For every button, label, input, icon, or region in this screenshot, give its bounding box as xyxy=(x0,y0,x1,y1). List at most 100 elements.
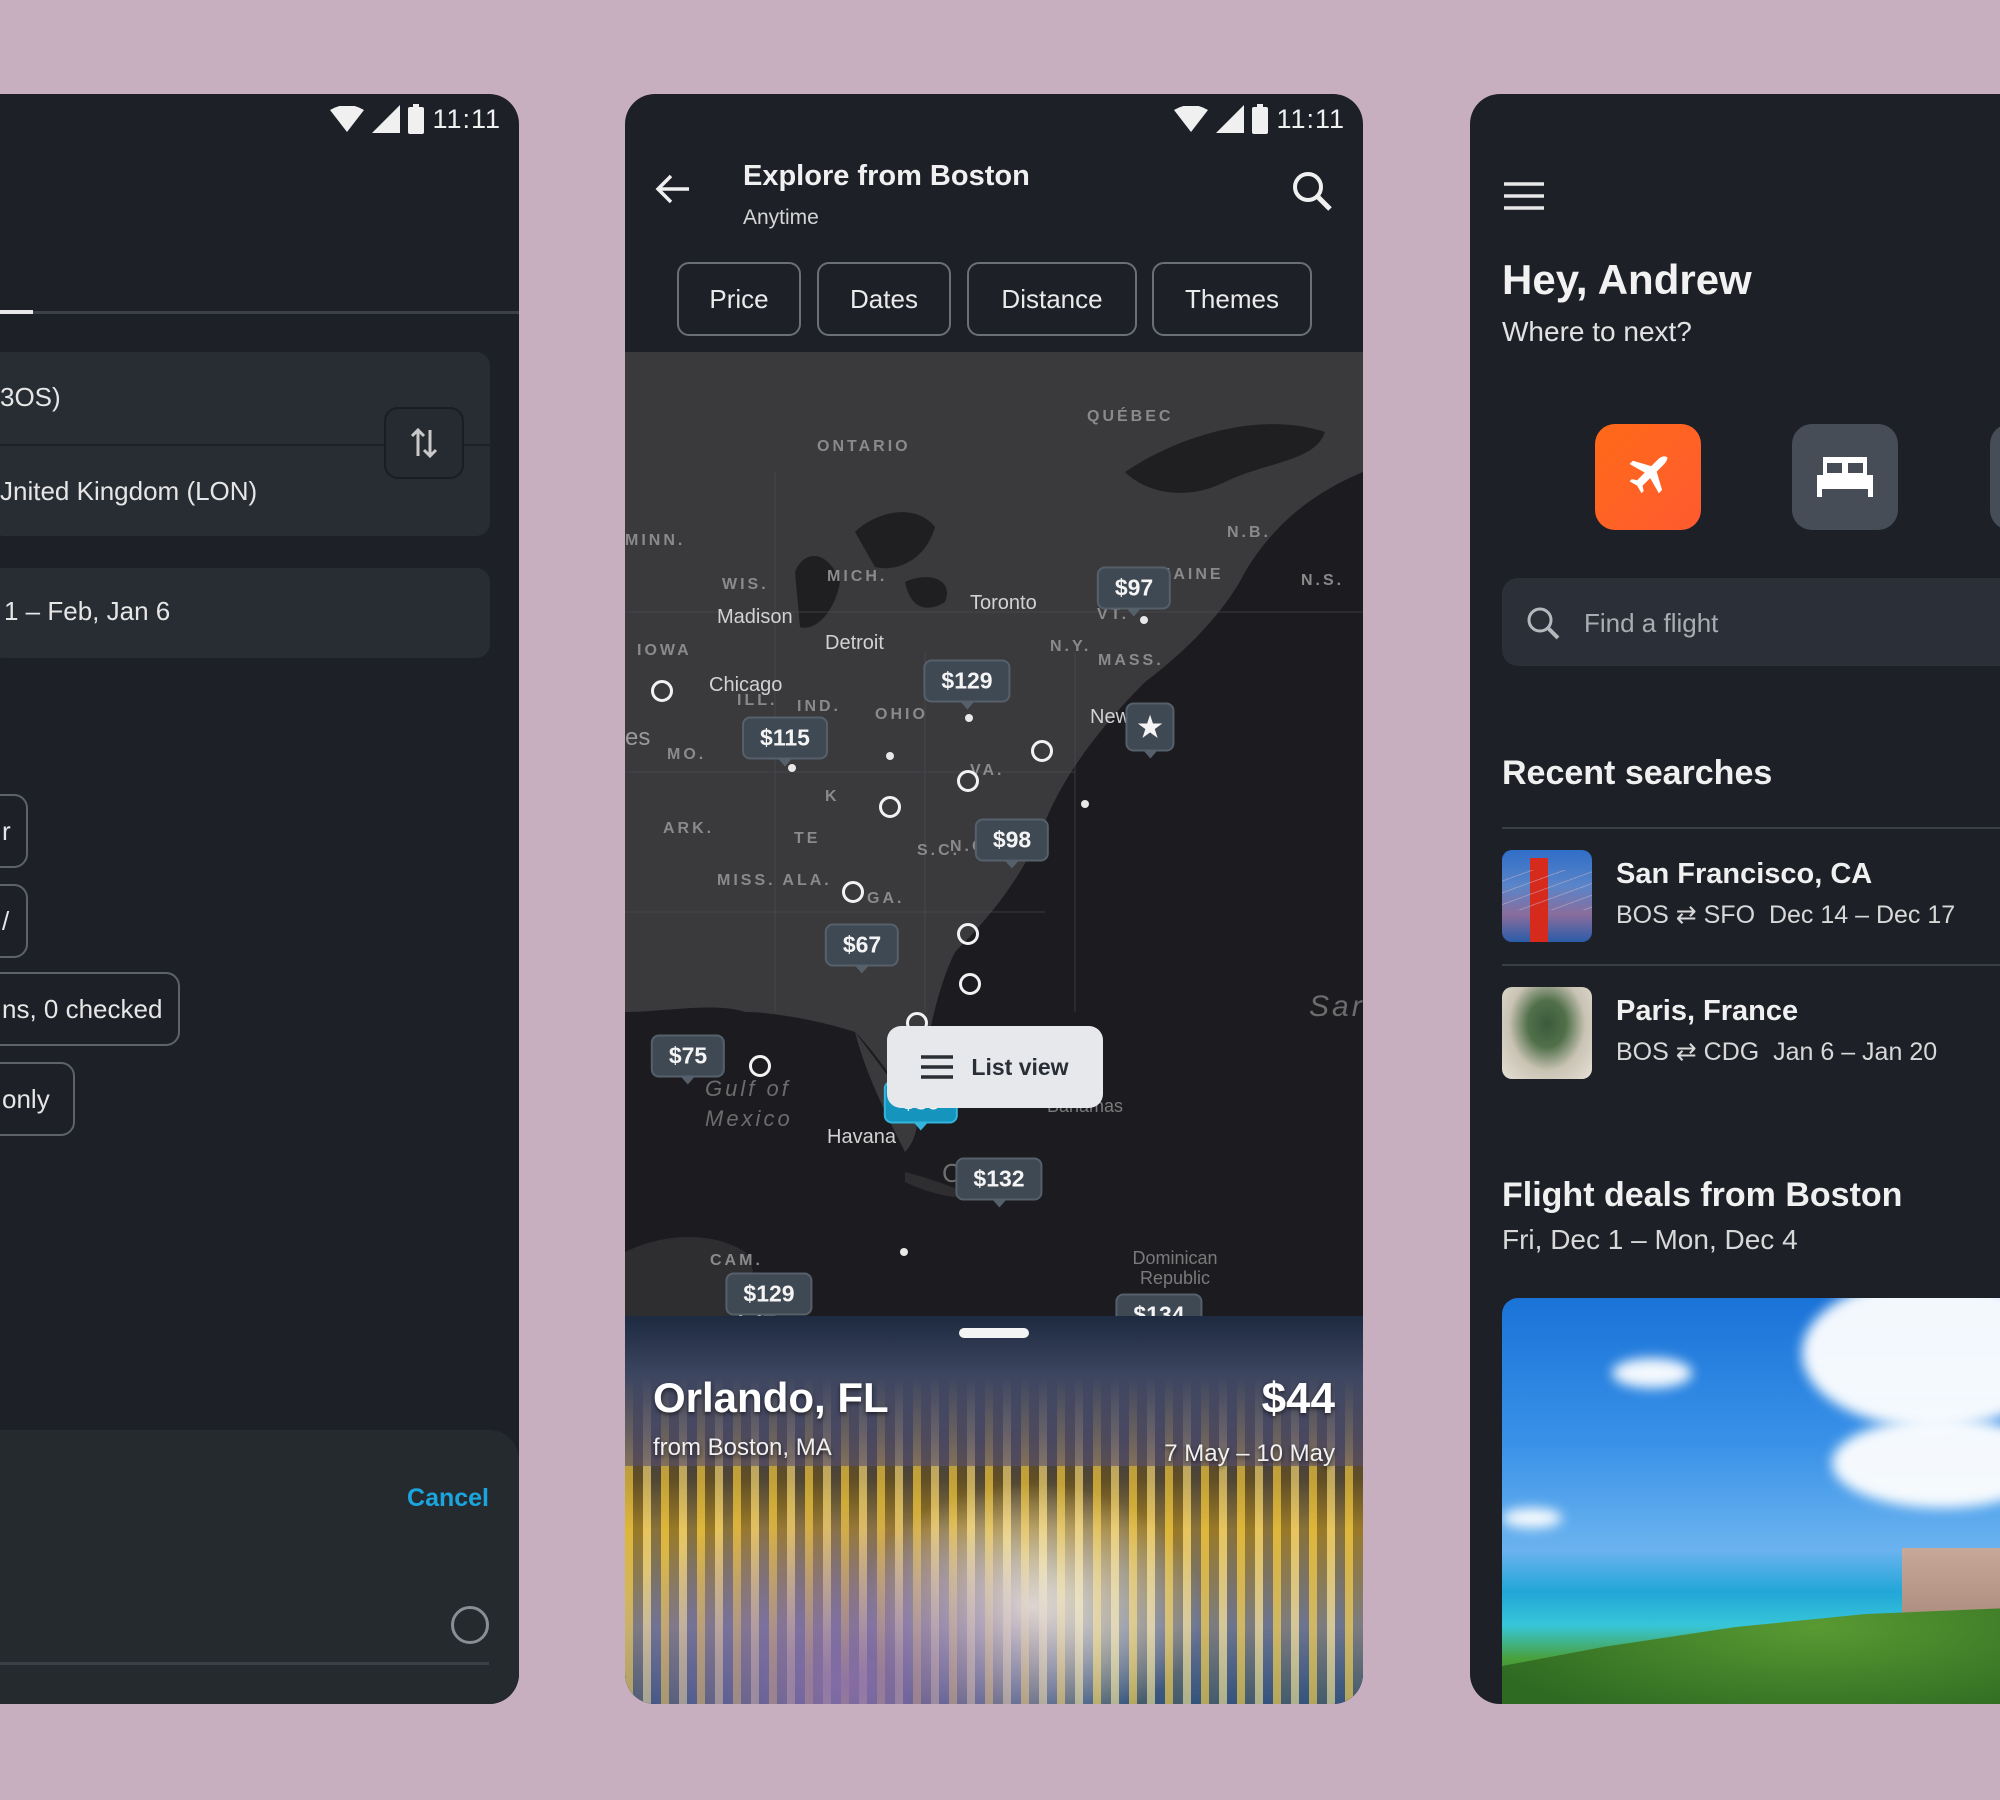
list-icon xyxy=(921,1055,954,1079)
search-button[interactable] xyxy=(1291,170,1333,217)
star-icon: ★ xyxy=(1137,711,1163,743)
map-region-label: TE xyxy=(794,830,821,847)
battery-icon xyxy=(1252,104,1269,134)
trip-type-tabs: One-way Multi-city xyxy=(0,254,519,383)
map-city-label: Chicago xyxy=(709,674,783,696)
card-destination: Orlando, FL xyxy=(653,1374,889,1421)
hamburger-menu-icon xyxy=(1504,182,1544,210)
price-pin[interactable]: $132 xyxy=(955,1157,1043,1208)
deal-card-image[interactable] xyxy=(1502,1298,2000,1704)
bags-chip[interactable]: ns, 0 checked xyxy=(0,972,180,1046)
search-icon xyxy=(1527,607,1560,640)
recent-meta: BOS ⇄ CDG Jan 6 – Jan 20 xyxy=(1616,1037,1937,1067)
radio-button[interactable] xyxy=(451,1606,489,1644)
wifi-icon xyxy=(1174,106,1209,132)
map-region-label: N.B. xyxy=(1227,524,1271,541)
status-time: 11:11 xyxy=(432,103,501,134)
map-city-label: Detroit xyxy=(825,632,884,654)
map-destination-marker[interactable] xyxy=(957,770,979,792)
map-region-label: MICH. xyxy=(827,568,888,585)
map-region-label: N.S. xyxy=(1301,572,1345,589)
drag-handle[interactable] xyxy=(959,1328,1029,1338)
divider xyxy=(0,1662,489,1665)
map-region-label: MINN. xyxy=(625,532,686,549)
san-francisco-thumbnail xyxy=(1502,850,1592,942)
map-destination-marker[interactable] xyxy=(959,973,981,995)
recent-search-item[interactable]: Paris, France BOS ⇄ CDG Jan 6 – Jan 20 xyxy=(1502,987,2000,1083)
map-city-label: Toronto xyxy=(970,592,1037,614)
greeting-title: Hey, Andrew xyxy=(1502,256,1752,303)
price-pin[interactable]: $98 xyxy=(974,818,1050,869)
category-flights-button[interactable] xyxy=(1595,424,1701,530)
status-bar: 11:11 xyxy=(1174,94,1345,144)
price-pin[interactable]: $115 xyxy=(742,716,828,767)
map-destination-marker[interactable] xyxy=(957,923,979,945)
option-chip[interactable]: / xyxy=(0,884,28,958)
filter-themes[interactable]: Themes xyxy=(1152,262,1312,336)
map-destination-marker[interactable] xyxy=(749,1055,771,1077)
back-button[interactable] xyxy=(655,172,691,211)
map-destination-marker[interactable] xyxy=(842,881,864,903)
filter-distance[interactable]: Distance xyxy=(967,262,1137,336)
water-label-line: Mexico xyxy=(705,1106,793,1131)
search-icon xyxy=(1293,172,1332,211)
map-view[interactable]: ONTARIO QUÉBEC MINN. WIS. MICH. IOWA ILL… xyxy=(625,352,1363,1324)
category-hotels-button[interactable] xyxy=(1792,424,1898,530)
bottom-sheet: Cancel xyxy=(0,1430,519,1704)
recent-dates: Jan 6 – Jan 20 xyxy=(1773,1038,1938,1066)
map-destination-marker[interactable] xyxy=(1031,740,1053,762)
map-water-label: Gulf of Mexico xyxy=(705,1074,793,1134)
filter-price[interactable]: Price xyxy=(677,262,801,336)
price-pin[interactable]: $129 xyxy=(725,1272,813,1323)
route-card: 3OS) Jnited Kingdom (LON) xyxy=(0,352,490,536)
map-destination-marker[interactable] xyxy=(879,796,901,818)
map-city-label: Madison xyxy=(717,606,793,628)
cloud xyxy=(1612,1358,1692,1388)
map-region-label: GA. xyxy=(867,890,905,907)
recent-route: BOS ⇄ SFO xyxy=(1616,901,1756,929)
price-pin[interactable]: $75 xyxy=(650,1034,726,1085)
map-destination-marker[interactable] xyxy=(651,680,673,702)
water-label-line: Gulf of xyxy=(705,1076,791,1101)
price-pin[interactable]: $67 xyxy=(824,923,900,974)
swap-button[interactable] xyxy=(384,407,464,479)
dates-field[interactable]: 1 – Feb, Jan 6 xyxy=(0,568,490,658)
active-tab-indicator xyxy=(0,310,33,314)
find-flight-search[interactable]: Find a flight xyxy=(1502,578,2000,666)
list-view-button[interactable]: List view xyxy=(887,1026,1103,1108)
bed-icon xyxy=(1817,457,1873,497)
chip-label: ns, 0 checked xyxy=(2,993,163,1024)
left-phone-screen: 11:11 One-way Multi-city 3OS) Jnited Kin… xyxy=(0,94,519,1704)
menu-button[interactable] xyxy=(1504,182,1544,215)
recent-destination: Paris, France xyxy=(1616,995,1799,1027)
filter-label: Themes xyxy=(1185,283,1279,314)
recent-search-item[interactable]: San Francisco, CA BOS ⇄ SFO Dec 14 – Dec… xyxy=(1502,850,2000,946)
page-subtitle: Anytime xyxy=(743,206,819,229)
home-location-pin[interactable]: ★ xyxy=(1125,702,1175,759)
map-city-dot xyxy=(886,752,894,760)
cancel-button[interactable]: Cancel xyxy=(407,1484,489,1513)
airplane-icon xyxy=(1629,456,1668,494)
option-chip[interactable]: r xyxy=(0,794,28,868)
destination-card[interactable]: Orlando, FL from Boston, MA $44 7 May – … xyxy=(625,1316,1363,1704)
map-city-dot xyxy=(900,1248,908,1256)
map-city-label: Dominican Republic xyxy=(1132,1248,1218,1288)
destination-field[interactable]: Jnited Kingdom (LON) xyxy=(0,476,257,507)
map-city-dot xyxy=(1081,800,1089,808)
map-city-label: Havana xyxy=(827,1126,896,1148)
divider xyxy=(1502,964,2000,966)
page-title: Explore from Boston xyxy=(743,160,1030,192)
price-pin[interactable]: $129 xyxy=(923,659,1011,710)
filter-label: Distance xyxy=(1001,283,1103,314)
flight-deals-dates: Fri, Dec 1 – Mon, Dec 4 xyxy=(1502,1224,1798,1255)
price-pin[interactable]: $97 xyxy=(1096,566,1172,617)
map-region-label: MASS. xyxy=(1098,652,1164,669)
filter-label: Price xyxy=(709,283,769,314)
home-screen: Hey, Andrew Where to next? Find a flight… xyxy=(1470,94,2000,1704)
map-region-label: N.Y. xyxy=(1050,638,1092,655)
option-chip[interactable]: only xyxy=(0,1062,75,1136)
filter-dates[interactable]: Dates xyxy=(817,262,951,336)
divider xyxy=(1502,827,2000,829)
origin-field[interactable]: 3OS) xyxy=(0,382,61,413)
category-cars-button[interactable] xyxy=(1990,424,2000,530)
